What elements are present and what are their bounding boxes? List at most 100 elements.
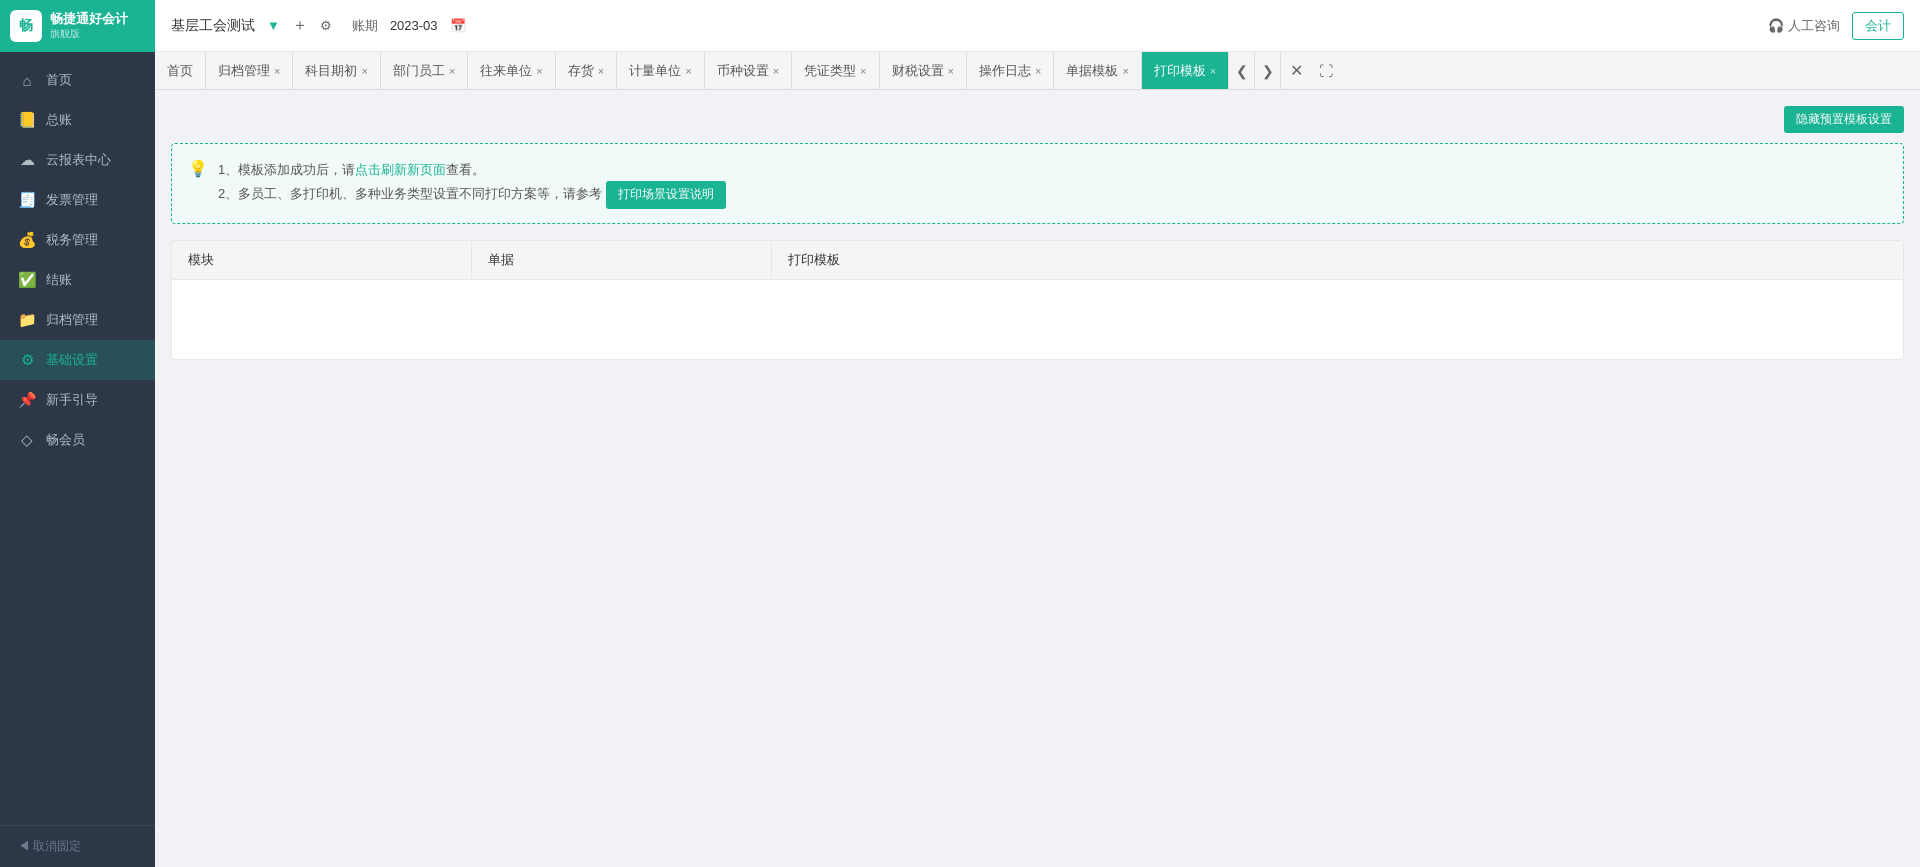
nav-icon-tax: 💰 [18,231,36,249]
nav-icon-checkout: ✅ [18,271,36,289]
sidebar-item-home[interactable]: ⌂ 首页 [0,60,155,100]
sidebar-item-invoice[interactable]: 🧾 发票管理 [0,180,155,220]
tab-label-single_template: 单据模板 [1066,62,1118,80]
table-col-0: 模块 [172,241,472,279]
sidebar-item-reports[interactable]: ☁云报表中心 [0,140,155,180]
top-bar: 基层工会测试 ▼ ＋ ⚙ 账期 2023-03 📅 🎧 人工咨询 会计 [155,0,1920,52]
hide-template-btn[interactable]: 隐藏预置模板设置 [1784,106,1904,133]
nav-label-settings: 基础设置 [46,351,98,369]
nav-label-archive: 归档管理 [46,311,98,329]
tab-next-btn[interactable]: ❯ [1255,52,1281,90]
nav-icon-guide: 📌 [18,391,36,409]
customer-service-label: 人工咨询 [1788,17,1840,35]
tab-bar: 首页归档管理 ×科目期初 ×部门员工 ×往来单位 ×存货 ×计量单位 ×币种设置… [155,52,1920,90]
tab-close-department[interactable]: × [449,65,455,77]
period-label: 账期 [352,17,378,35]
nav-icon-member: ◇ [18,431,36,449]
sidebar-item-checkout[interactable]: ✅ 结账 [0,260,155,300]
add-company-icon[interactable]: ＋ [292,15,308,36]
sidebar-item-settings[interactable]: ⚙ 基础设置 [0,340,155,380]
nav-icon-ledger: 📒 [18,111,36,129]
tab-operation_log[interactable]: 操作日志 × [967,52,1054,90]
bulb-icon: 💡 [188,159,208,209]
refresh-link[interactable]: 点击刷新新页面 [355,162,446,177]
tab-close-print_template[interactable]: × [1210,65,1216,77]
nav-label-reports: 云报表中心 [46,151,111,169]
nav-label-ledger: 总账 [46,111,72,129]
company-name: 基层工会测试 [171,17,255,35]
tab-label-unit: 计量单位 [629,62,681,80]
company-dropdown-icon[interactable]: ▼ [267,18,280,33]
tab-label-operation_log: 操作日志 [979,62,1031,80]
top-right: 🎧 人工咨询 会计 [1768,12,1904,40]
tab-label-subject: 科目期初 [305,62,357,80]
tab-close-supplier[interactable]: × [536,65,542,77]
tab-label-home: 首页 [167,62,193,80]
tab-close-single_template[interactable]: × [1122,65,1128,77]
period-value: 2023-03 [390,18,438,33]
customer-service-btn[interactable]: 🎧 人工咨询 [1768,17,1840,35]
sidebar-item-member[interactable]: ◇ 畅会员 [0,420,155,460]
tab-inventory[interactable]: 存货 × [556,52,617,90]
tab-currency[interactable]: 币种设置 × [705,52,792,90]
tab-archive[interactable]: 归档管理 × [206,52,293,90]
app-subtitle: 旗舰版 [50,27,128,41]
nav-icon-home: ⌂ [18,72,36,89]
tab-close-operation_log[interactable]: × [1035,65,1041,77]
tab-voucher_type[interactable]: 凭证类型 × [792,52,879,90]
info-line2: 2、多员工、多打印机、多种业务类型设置不同打印方案等，请参考打印场景设置说明 [218,181,726,209]
tab-close-archive[interactable]: × [274,65,280,77]
tab-label-print_template: 打印模板 [1154,62,1206,80]
tab-print_template[interactable]: 打印模板 × [1142,52,1229,90]
calendar-icon[interactable]: 📅 [450,18,466,33]
info-line1-prefix: 1、模板添加成功后，请 [218,162,355,177]
tab-prev-btn[interactable]: ❮ [1229,52,1255,90]
table-col-2: 打印模板 [772,241,1903,279]
sidebar-item-tax[interactable]: 💰税务管理 [0,220,155,260]
sidebar-footer[interactable]: ◀ 取消固定 [0,825,155,867]
main-area: 基层工会测试 ▼ ＋ ⚙ 账期 2023-03 📅 🎧 人工咨询 会计 首页归档… [155,0,1920,867]
tab-close-tax_settings[interactable]: × [948,65,954,77]
tab-label-supplier: 往来单位 [480,62,532,80]
sidebar-item-guide[interactable]: 📌新手引导 [0,380,155,420]
table-body [171,280,1904,360]
headset-icon: 🎧 [1768,18,1784,33]
tab-unit[interactable]: 计量单位 × [617,52,704,90]
tab-subject[interactable]: 科目期初 × [293,52,380,90]
tab-expand-btn[interactable]: ⛶ [1311,52,1341,90]
tab-close-unit[interactable]: × [685,65,691,77]
hide-template-area: 隐藏预置模板设置 [171,106,1904,133]
tab-close-inventory[interactable]: × [598,65,604,77]
tab-tax_settings[interactable]: 财税设置 × [880,52,967,90]
info-line2-prefix: 2、多员工、多打印机、多种业务类型设置不同打印方案等，请参考 [218,186,602,201]
tab-label-currency: 币种设置 [717,62,769,80]
info-text: 1、模板添加成功后，请点击刷新新页面查看。 2、多员工、多打印机、多种业务类型设… [218,158,726,209]
tab-single_template[interactable]: 单据模板 × [1054,52,1141,90]
info-box: 💡 1、模板添加成功后，请点击刷新新页面查看。 2、多员工、多打印机、多种业务类… [171,143,1904,224]
account-button[interactable]: 会计 [1852,12,1904,40]
tab-label-department: 部门员工 [393,62,445,80]
info-line1-suffix: 查看。 [446,162,485,177]
nav-icon-settings: ⚙ [18,351,36,369]
tab-close-all-btn[interactable]: ✕ [1281,52,1311,90]
nav-label-home: 首页 [46,71,72,89]
sidebar-nav: ⌂ 首页 📒 总账 ☁云报表中心 🧾 发票管理 💰税务管理 ✅ 结账 📁 归档管理 ⚙ 基础设置 📌新手引导… [0,52,155,825]
sidebar-item-ledger[interactable]: 📒 总账 [0,100,155,140]
unpin-label: ◀ 取消固定 [18,838,81,855]
tab-department[interactable]: 部门员工 × [381,52,468,90]
tab-supplier[interactable]: 往来单位 × [468,52,555,90]
tab-home[interactable]: 首页 [155,52,206,90]
tab-close-voucher_type[interactable]: × [860,65,866,77]
company-settings-icon[interactable]: ⚙ [320,18,332,33]
print-scene-btn[interactable]: 打印场景设置说明 [606,181,726,209]
nav-label-member: 畅会员 [46,431,85,449]
info-line1: 1、模板添加成功后，请点击刷新新页面查看。 [218,158,726,181]
tab-close-subject[interactable]: × [361,65,367,77]
table-header: 模块单据打印模板 [171,240,1904,280]
nav-label-checkout: 结账 [46,271,72,289]
tab-close-currency[interactable]: × [773,65,779,77]
nav-label-invoice: 发票管理 [46,191,98,209]
nav-icon-archive: 📁 [18,311,36,329]
nav-icon-invoice: 🧾 [18,191,36,209]
sidebar-item-archive[interactable]: 📁 归档管理 [0,300,155,340]
